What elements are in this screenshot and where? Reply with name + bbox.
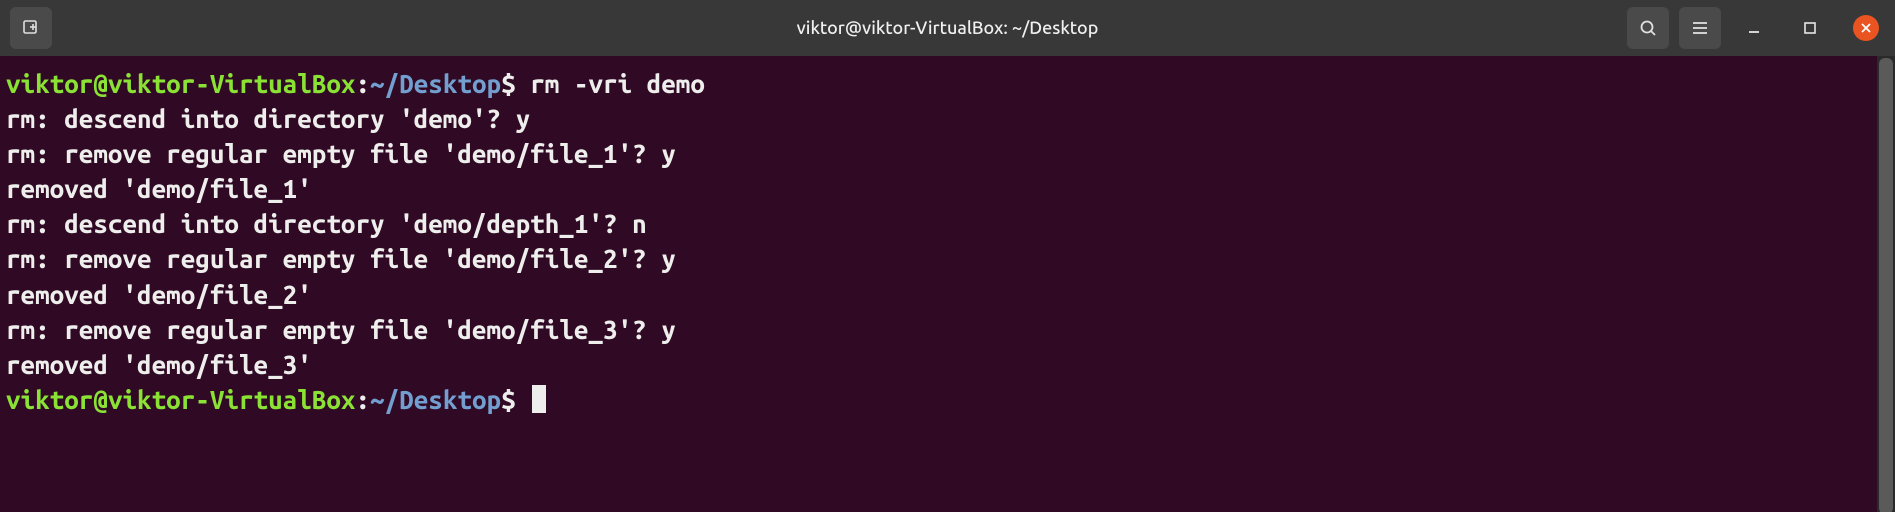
cursor: [532, 385, 546, 413]
terminal-area: viktor@viktor-VirtualBox:~/Desktop$ rm -…: [0, 56, 1895, 512]
prompt-path: ~/Desktop: [370, 69, 501, 98]
close-button[interactable]: [1853, 15, 1879, 41]
output-line: rm: remove regular empty file 'demo/file…: [6, 136, 1871, 171]
prompt-line: viktor@viktor-VirtualBox:~/Desktop$ rm -…: [6, 66, 1871, 101]
scrollbar-thumb[interactable]: [1879, 58, 1893, 512]
prompt-host: viktor-VirtualBox: [108, 69, 356, 98]
prompt-symbol: $: [501, 69, 516, 98]
output-line: removed 'demo/file_2': [6, 277, 1871, 312]
output-line: removed 'demo/file_1': [6, 171, 1871, 206]
output-line: rm: descend into directory 'demo'? y: [6, 101, 1871, 136]
output-line: rm: remove regular empty file 'demo/file…: [6, 241, 1871, 276]
output-line: rm: remove regular empty file 'demo/file…: [6, 312, 1871, 347]
prompt-line: viktor@viktor-VirtualBox:~/Desktop$: [6, 382, 1871, 417]
output-line: removed 'demo/file_3': [6, 347, 1871, 382]
maximize-button[interactable]: [1797, 15, 1823, 41]
titlebar: viktor@viktor-VirtualBox: ~/Desktop: [0, 0, 1895, 56]
command-text: rm -vri demo: [516, 69, 705, 98]
search-button[interactable]: [1627, 7, 1669, 49]
terminal[interactable]: viktor@viktor-VirtualBox:~/Desktop$ rm -…: [0, 56, 1877, 512]
window-title: viktor@viktor-VirtualBox: ~/Desktop: [797, 18, 1099, 38]
scrollbar[interactable]: [1877, 56, 1895, 512]
output-line: rm: descend into directory 'demo/depth_1…: [6, 206, 1871, 241]
prompt-user: viktor: [6, 69, 93, 98]
hamburger-menu-button[interactable]: [1679, 7, 1721, 49]
new-tab-button[interactable]: [10, 7, 52, 49]
minimize-button[interactable]: [1741, 15, 1767, 41]
